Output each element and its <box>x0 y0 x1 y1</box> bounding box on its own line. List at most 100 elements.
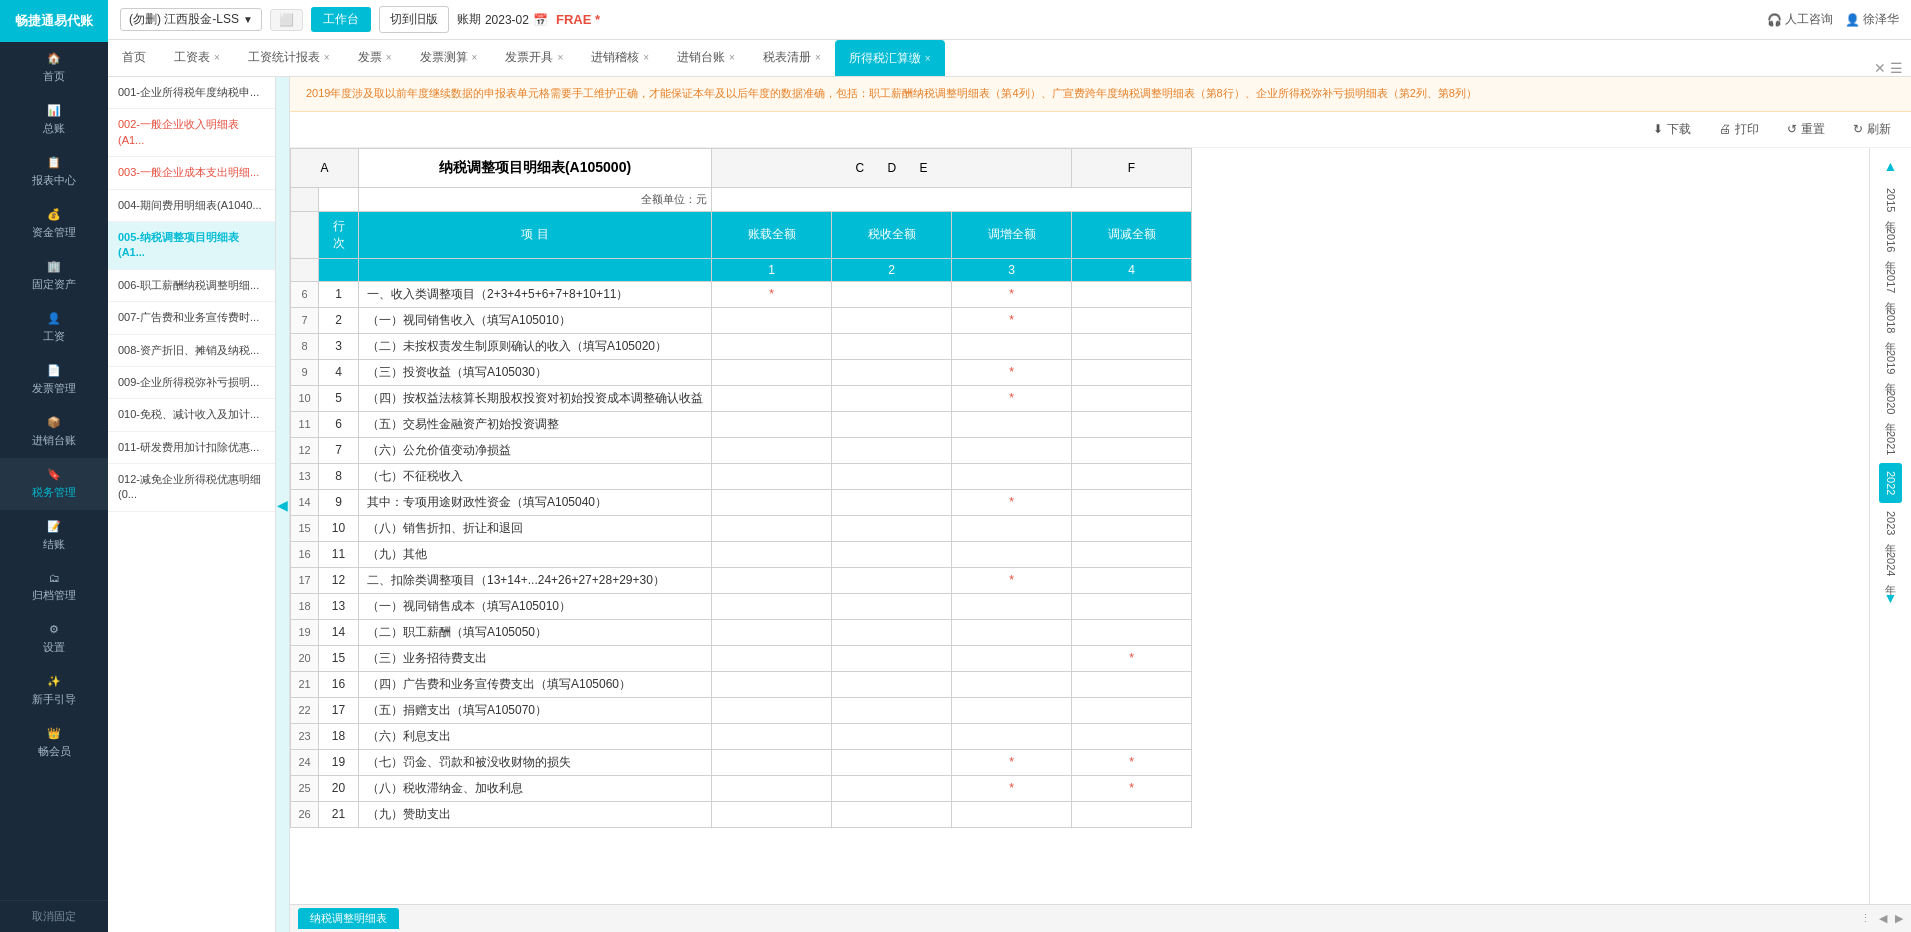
left-panel-item-003[interactable]: 003-一般企业成本支出明细... <box>108 157 275 189</box>
cell-c2[interactable] <box>832 567 952 593</box>
year-item-2022[interactable]: 2022年 <box>1879 463 1902 503</box>
cell-c4[interactable] <box>1072 359 1192 385</box>
sidebar-item-salary[interactable]: 👤 工资 <box>0 302 108 354</box>
panel-collapse-btn[interactable]: ◀ <box>276 77 290 932</box>
tab-invoice-open[interactable]: 发票开具 × <box>491 40 577 76</box>
year-item-2019[interactable]: 2019年 <box>1879 342 1902 382</box>
cell-c3[interactable] <box>952 619 1072 645</box>
cell-c3[interactable]: * <box>952 307 1072 333</box>
work-bench-button[interactable]: 工作台 <box>311 7 371 32</box>
year-item-2017[interactable]: 2017年 <box>1879 261 1902 301</box>
tab-salary[interactable]: 工资表 × <box>160 40 234 76</box>
left-panel-item-008[interactable]: 008-资产折旧、摊销及纳税... <box>108 335 275 367</box>
cell-c2[interactable] <box>832 697 952 723</box>
cell-c3[interactable]: * <box>952 385 1072 411</box>
year-item-2023[interactable]: 2023年 <box>1879 503 1902 543</box>
cell-c1[interactable]: * <box>712 281 832 307</box>
cell-c1[interactable] <box>712 385 832 411</box>
cell-c1[interactable] <box>712 723 832 749</box>
sidebar-item-assets[interactable]: 🏢 固定资产 <box>0 250 108 302</box>
cell-c1[interactable] <box>712 541 832 567</box>
cell-c3[interactable]: * <box>952 281 1072 307</box>
customer-service-btn[interactable]: 🎧 人工咨询 <box>1767 11 1833 28</box>
cell-c3[interactable] <box>952 671 1072 697</box>
cell-c4[interactable] <box>1072 801 1192 827</box>
cell-c4[interactable]: * <box>1072 775 1192 801</box>
cell-c3[interactable]: * <box>952 359 1072 385</box>
cell-c4[interactable] <box>1072 593 1192 619</box>
cell-c4[interactable] <box>1072 307 1192 333</box>
cell-c1[interactable] <box>712 307 832 333</box>
download-button[interactable]: ⬇ 下载 <box>1645 118 1699 141</box>
sidebar-item-invoice[interactable]: 📄 发票管理 <box>0 354 108 406</box>
sidebar-footer-unpin[interactable]: 取消固定 <box>0 900 108 932</box>
cell-c4[interactable] <box>1072 489 1192 515</box>
year-item-2018[interactable]: 2018年 <box>1879 301 1902 341</box>
cell-c4[interactable] <box>1072 697 1192 723</box>
refresh-button[interactable]: ↻ 刷新 <box>1845 118 1899 141</box>
cell-c1[interactable] <box>712 463 832 489</box>
cell-c4[interactable] <box>1072 437 1192 463</box>
sheet-tab[interactable]: 纳税调整明细表 <box>298 908 399 929</box>
tab-close-all[interactable]: ✕ <box>1874 60 1886 76</box>
cell-c2[interactable] <box>832 593 952 619</box>
left-panel-item-011[interactable]: 011-研发费用加计扣除优惠... <box>108 432 275 464</box>
cell-c1[interactable] <box>712 333 832 359</box>
cell-c2[interactable] <box>832 385 952 411</box>
cell-c2[interactable] <box>832 281 952 307</box>
cell-c2[interactable] <box>832 775 952 801</box>
left-panel-item-012[interactable]: 012-减免企业所得税优惠明细(0... <box>108 464 275 512</box>
sidebar-item-reports[interactable]: 📋 报表中心 <box>0 146 108 198</box>
cell-c3[interactable] <box>952 593 1072 619</box>
scroll-right-icon[interactable]: ▶ <box>1895 912 1903 925</box>
cell-c2[interactable] <box>832 671 952 697</box>
cell-c1[interactable] <box>712 359 832 385</box>
cell-c4[interactable] <box>1072 723 1192 749</box>
tab-sales-ledger-close[interactable]: × <box>729 52 735 63</box>
tab-invoice-calc-close[interactable]: × <box>472 52 478 63</box>
left-panel-item-010[interactable]: 010-免税、减计收入及加计... <box>108 399 275 431</box>
cell-c1[interactable] <box>712 567 832 593</box>
tab-tax-clear-close[interactable]: × <box>815 52 821 63</box>
cell-c3[interactable] <box>952 645 1072 671</box>
sidebar-item-general-ledger[interactable]: 📊 总账 <box>0 94 108 146</box>
cell-c1[interactable] <box>712 437 832 463</box>
cell-c3[interactable] <box>952 411 1072 437</box>
cell-c2[interactable] <box>832 307 952 333</box>
cell-c3[interactable] <box>952 463 1072 489</box>
cell-c1[interactable] <box>712 775 832 801</box>
left-panel-item-009[interactable]: 009-企业所得税弥补亏损明... <box>108 367 275 399</box>
year-item-2024[interactable]: 2024年 <box>1879 544 1902 584</box>
cell-c3[interactable]: * <box>952 489 1072 515</box>
cell-c3[interactable] <box>952 723 1072 749</box>
cell-c4[interactable] <box>1072 671 1192 697</box>
cell-c1[interactable] <box>712 801 832 827</box>
sidebar-item-member[interactable]: 👑 畅会员 <box>0 717 108 769</box>
left-panel-item-001[interactable]: 001-企业所得税年度纳税申... <box>108 77 275 109</box>
tab-invoice-close[interactable]: × <box>386 52 392 63</box>
sidebar-item-capital[interactable]: 💰 资金管理 <box>0 198 108 250</box>
year-item-2016[interactable]: 2016年 <box>1879 220 1902 260</box>
sidebar-item-home[interactable]: 🏠 首页 <box>0 42 108 94</box>
cell-c1[interactable] <box>712 515 832 541</box>
tab-sales-check-close[interactable]: × <box>643 52 649 63</box>
user-name[interactable]: 👤 徐泽华 <box>1845 11 1899 28</box>
cell-c4[interactable] <box>1072 411 1192 437</box>
cell-c1[interactable] <box>712 619 832 645</box>
cell-c3[interactable]: * <box>952 749 1072 775</box>
tab-invoice-calc[interactable]: 发票测算 × <box>406 40 492 76</box>
cell-c2[interactable] <box>832 645 952 671</box>
tab-salary-stats-close[interactable]: × <box>324 52 330 63</box>
tab-salary-close[interactable]: × <box>214 52 220 63</box>
company-selector[interactable]: (勿删) 江西股金-LSS ▼ <box>120 8 262 31</box>
cell-c4[interactable]: * <box>1072 749 1192 775</box>
tab-menu-icon[interactable]: ☰ <box>1890 60 1903 76</box>
sidebar-item-tax[interactable]: 🔖 税务管理 <box>0 458 108 510</box>
print-button[interactable]: 🖨 打印 <box>1711 118 1767 141</box>
tab-home[interactable]: 首页 <box>108 40 160 76</box>
cell-c4[interactable] <box>1072 567 1192 593</box>
year-item-2020[interactable]: 2020年 <box>1879 382 1902 422</box>
cell-c3[interactable]: * <box>952 775 1072 801</box>
cell-c2[interactable] <box>832 541 952 567</box>
sidebar-item-sales-ledger[interactable]: 📦 进销台账 <box>0 406 108 458</box>
